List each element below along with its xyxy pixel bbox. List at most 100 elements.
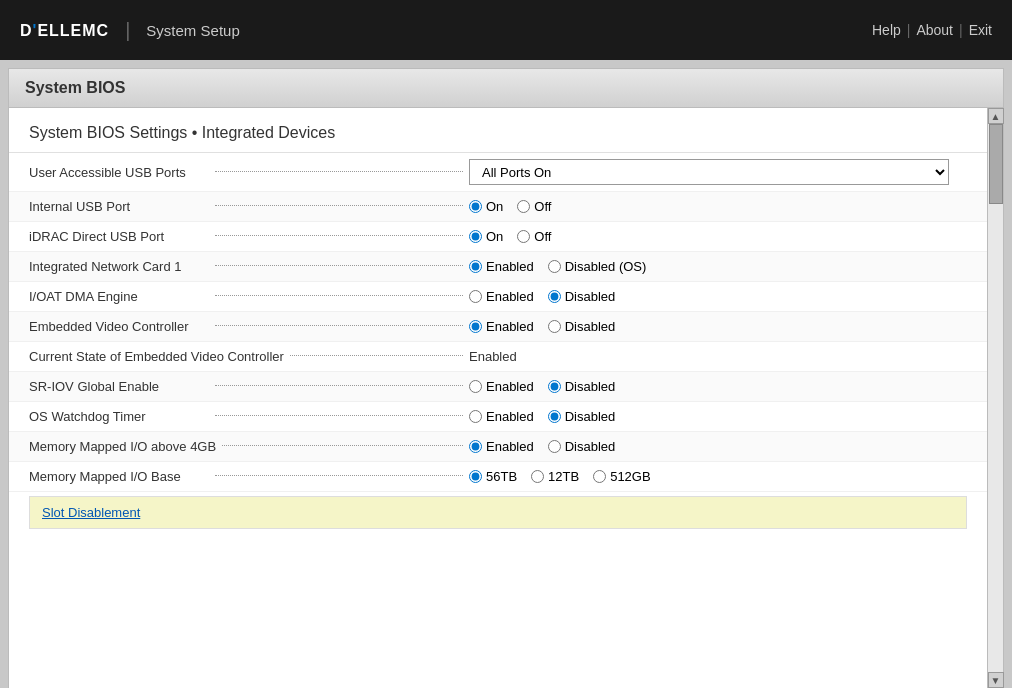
radio-enabled-input[interactable]: [469, 320, 482, 333]
radio-disabled[interactable]: Disabled: [548, 439, 616, 454]
scrollbar[interactable]: ▲ ▼: [987, 108, 1003, 688]
exit-link[interactable]: Exit: [969, 22, 992, 38]
setting-value: Enabled Disabled (OS): [469, 259, 967, 274]
radio-enabled-input[interactable]: [469, 410, 482, 423]
scrollbar-down-button[interactable]: ▼: [988, 672, 1004, 688]
setting-row-video-state: Current State of Embedded Video Controll…: [9, 342, 987, 372]
dots: [215, 295, 463, 296]
radio-enabled-input[interactable]: [469, 290, 482, 303]
setting-value: Enabled Disabled: [469, 409, 967, 424]
radio-enabled[interactable]: Enabled: [469, 439, 534, 454]
radio-56tb-input[interactable]: [469, 470, 482, 483]
radio-disabled-label: Disabled: [565, 289, 616, 304]
dots: [215, 325, 463, 326]
dots: [215, 235, 463, 236]
radio-on[interactable]: On: [469, 229, 503, 244]
radio-disabled-input[interactable]: [548, 380, 561, 393]
dots: [215, 415, 463, 416]
radio-off-input[interactable]: [517, 230, 530, 243]
radio-off[interactable]: Off: [517, 199, 551, 214]
setting-label: OS Watchdog Timer: [29, 409, 469, 424]
radio-on-label: On: [486, 199, 503, 214]
system-setup-title: System Setup: [146, 22, 239, 39]
radio-enabled-label: Enabled: [486, 289, 534, 304]
setting-label: Embedded Video Controller: [29, 319, 469, 334]
dots: [215, 205, 463, 206]
radio-enabled[interactable]: Enabled: [469, 289, 534, 304]
radio-12tb-input[interactable]: [531, 470, 544, 483]
radio-disabled-label: Disabled: [565, 319, 616, 334]
setting-row-mmio-4gb: Memory Mapped I/O above 4GB Enabled Disa…: [9, 432, 987, 462]
about-link[interactable]: About: [916, 22, 953, 38]
setting-row-user-usb: User Accessible USB Ports All Ports On O…: [9, 153, 987, 192]
user-usb-select[interactable]: All Ports On Only Back Ports On All Port…: [469, 159, 949, 185]
radio-disabled-os-input[interactable]: [548, 260, 561, 273]
radio-enabled-input[interactable]: [469, 440, 482, 453]
setting-row-ioat: I/OAT DMA Engine Enabled Disabled: [9, 282, 987, 312]
setting-row-sriov: SR-IOV Global Enable Enabled Disabled: [9, 372, 987, 402]
dots: [290, 355, 463, 356]
radio-enabled-label: Enabled: [486, 259, 534, 274]
dell-logo: D'ELLEMC: [20, 20, 109, 41]
radio-enabled-input[interactable]: [469, 380, 482, 393]
radio-disabled-input[interactable]: [548, 440, 561, 453]
radio-off[interactable]: Off: [517, 229, 551, 244]
label-text: Memory Mapped I/O above 4GB: [29, 439, 216, 454]
radio-on-input[interactable]: [469, 230, 482, 243]
radio-off-input[interactable]: [517, 200, 530, 213]
setting-label: Current State of Embedded Video Controll…: [29, 349, 469, 364]
setting-value: Enabled Disabled: [469, 319, 967, 334]
settings-area[interactable]: User Accessible USB Ports All Ports On O…: [9, 153, 987, 643]
radio-512gb-input[interactable]: [593, 470, 606, 483]
dots: [215, 171, 463, 172]
radio-512gb[interactable]: 512GB: [593, 469, 650, 484]
radio-enabled-label: Enabled: [486, 379, 534, 394]
scrollbar-track[interactable]: [988, 124, 1003, 672]
dots: [215, 475, 463, 476]
label-text: Embedded Video Controller: [29, 319, 209, 334]
radio-enabled-input[interactable]: [469, 260, 482, 273]
radio-56tb[interactable]: 56TB: [469, 469, 517, 484]
scrollbar-up-button[interactable]: ▲: [988, 108, 1004, 124]
slot-disablement-section: Slot Disablement: [29, 496, 967, 529]
radio-disabled-input[interactable]: [548, 320, 561, 333]
radio-disabled[interactable]: Disabled: [548, 409, 616, 424]
radio-enabled-label: Enabled: [486, 319, 534, 334]
radio-on-input[interactable]: [469, 200, 482, 213]
slot-disablement-link[interactable]: Slot Disablement: [42, 505, 140, 520]
scrollbar-thumb[interactable]: [989, 124, 1003, 204]
help-link[interactable]: Help: [872, 22, 901, 38]
radio-disabled[interactable]: Disabled: [548, 289, 616, 304]
setting-value: On Off: [469, 199, 967, 214]
setting-value: 56TB 12TB 512GB: [469, 469, 967, 484]
setting-row-network-card: Integrated Network Card 1 Enabled Disabl…: [9, 252, 987, 282]
radio-disabled-input[interactable]: [548, 290, 561, 303]
radio-disabled[interactable]: Disabled: [548, 319, 616, 334]
label-text: Internal USB Port: [29, 199, 209, 214]
radio-disabled-input[interactable]: [548, 410, 561, 423]
radio-enabled[interactable]: Enabled: [469, 259, 534, 274]
radio-12tb[interactable]: 12TB: [531, 469, 579, 484]
radio-12tb-label: 12TB: [548, 469, 579, 484]
header: D'ELLEMC | System Setup Help | About | E…: [0, 0, 1012, 60]
radio-on[interactable]: On: [469, 199, 503, 214]
setting-label: Memory Mapped I/O Base: [29, 469, 469, 484]
header-left: D'ELLEMC | System Setup: [20, 19, 240, 42]
radio-enabled[interactable]: Enabled: [469, 379, 534, 394]
radio-enabled[interactable]: Enabled: [469, 319, 534, 334]
radio-enabled-label: Enabled: [486, 409, 534, 424]
label-text: I/OAT DMA Engine: [29, 289, 209, 304]
setting-row-idrac-usb: iDRAC Direct USB Port On Off: [9, 222, 987, 252]
label-text: iDRAC Direct USB Port: [29, 229, 209, 244]
radio-disabled-label: Disabled: [565, 439, 616, 454]
radio-enabled[interactable]: Enabled: [469, 409, 534, 424]
setting-row-mmio-base: Memory Mapped I/O Base 56TB 12TB: [9, 462, 987, 492]
setting-label: Integrated Network Card 1: [29, 259, 469, 274]
radio-off-label: Off: [534, 229, 551, 244]
label-text: OS Watchdog Timer: [29, 409, 209, 424]
radio-disabled-os[interactable]: Disabled (OS): [548, 259, 647, 274]
radio-512gb-label: 512GB: [610, 469, 650, 484]
radio-disabled[interactable]: Disabled: [548, 379, 616, 394]
radio-on-label: On: [486, 229, 503, 244]
label-text: Memory Mapped I/O Base: [29, 469, 209, 484]
